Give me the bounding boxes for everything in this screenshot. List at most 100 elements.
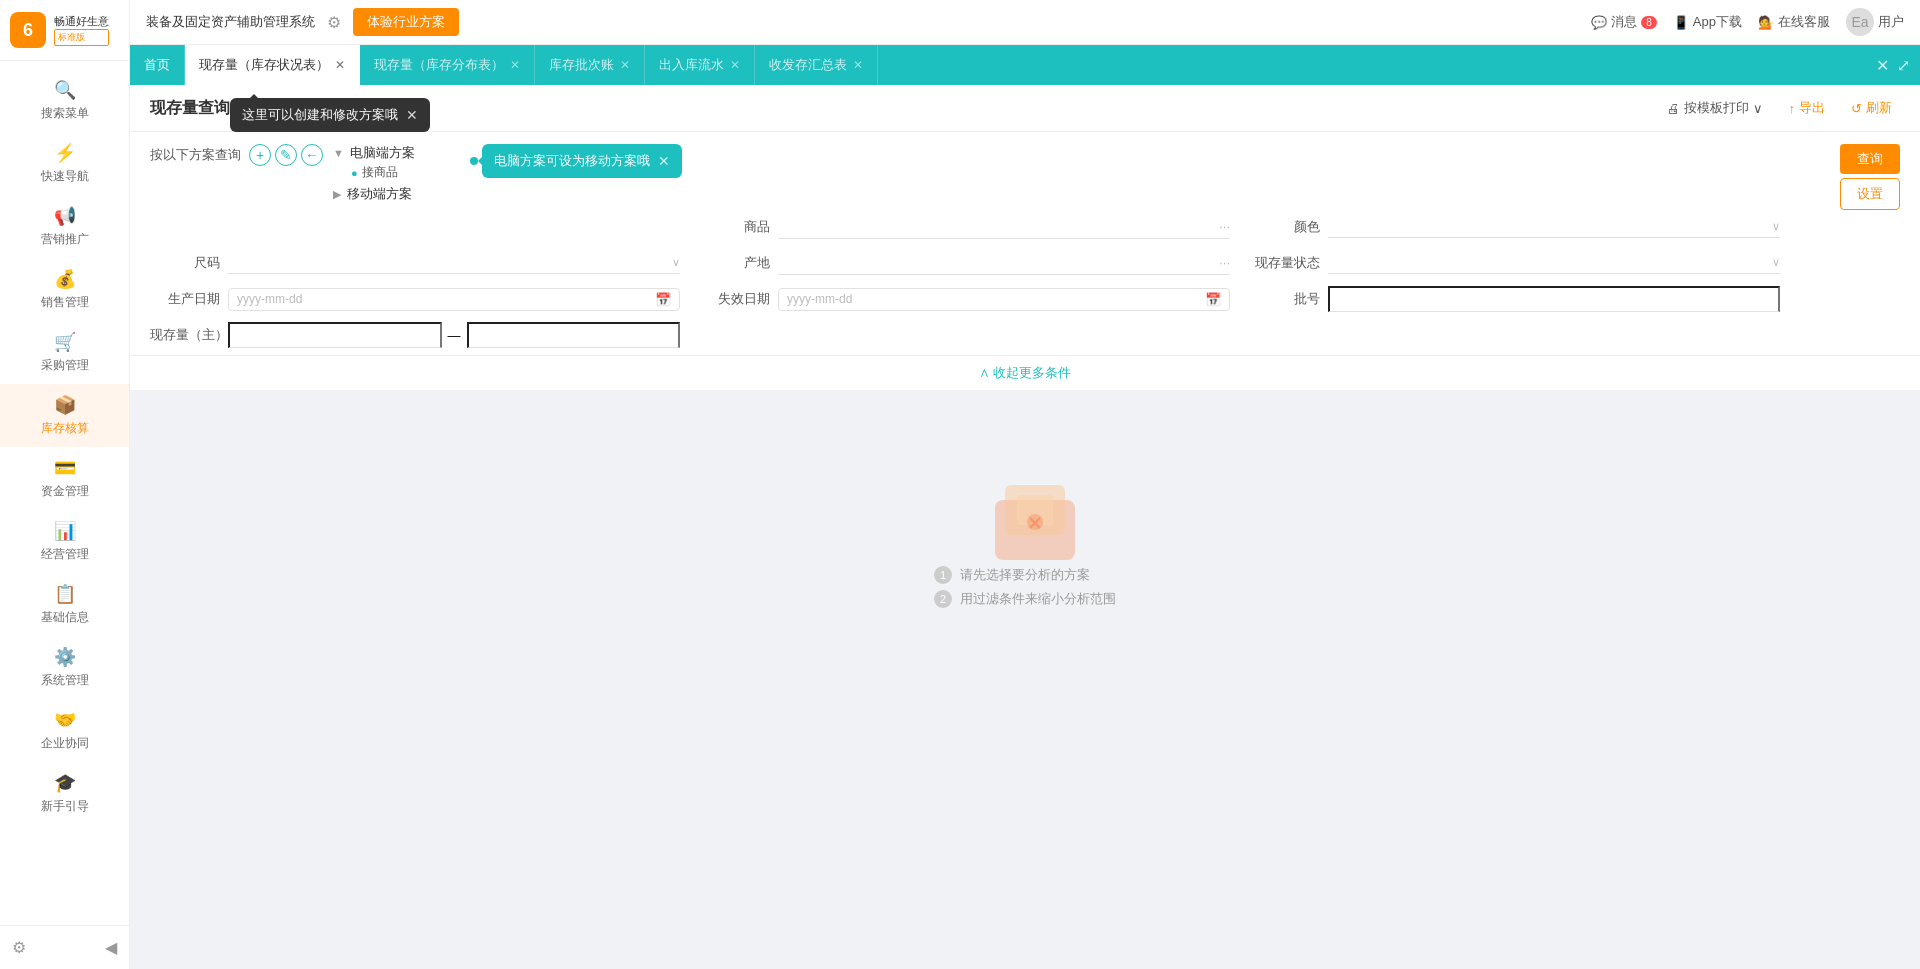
expiry-date-placeholder: yyyy-mm-dd bbox=[787, 292, 852, 306]
mobile-scheme-label[interactable]: 移动端方案 bbox=[347, 185, 412, 203]
tabbar-right-actions: ✕ ⤢ bbox=[1876, 56, 1920, 75]
tooltip1-text: 电脑方案可设为移动方案哦 bbox=[494, 152, 650, 170]
tab-close-icon[interactable]: ✕ bbox=[335, 58, 345, 72]
tab-home[interactable]: 首页 bbox=[130, 45, 185, 85]
tooltip1-close-btn[interactable]: ✕ bbox=[658, 153, 670, 169]
sidebar-nav: 🔍 搜索菜单 ⚡ 快速导航 📢 营销推广 💰 销售管理 🛒 采购管理 📦 库存核… bbox=[0, 61, 129, 925]
user-label: 用户 bbox=[1878, 13, 1904, 31]
page-actions: 🖨 按模板打印 ∨ ↑ 导出 ↺ 刷新 bbox=[1659, 95, 1901, 121]
sidebar-item-purchase[interactable]: 🛒 采购管理 bbox=[0, 321, 129, 384]
mobile-scheme-arrow[interactable]: ▶ bbox=[333, 188, 341, 201]
batch-input[interactable] bbox=[1328, 286, 1780, 312]
tab-inventory-distribution[interactable]: 现存量（库存分布表） ✕ bbox=[360, 45, 535, 85]
tab-summary[interactable]: 收发存汇总表 ✕ bbox=[755, 45, 878, 85]
search-btn[interactable]: 查询 bbox=[1840, 144, 1900, 174]
back-scheme-btn[interactable]: ← bbox=[301, 144, 323, 166]
collapse-label: 收起更多条件 bbox=[993, 365, 1071, 380]
sidebar-item-guide[interactable]: 🎓 新手引导 bbox=[0, 762, 129, 825]
avatar-initial: Ea bbox=[1851, 14, 1868, 30]
stock-status-arrow: ∨ bbox=[1772, 256, 1780, 269]
stock-main-from[interactable] bbox=[228, 322, 442, 348]
sidebar-item-enterprise[interactable]: 🤝 企业协同 bbox=[0, 699, 129, 762]
product-label: 商品 bbox=[700, 218, 770, 236]
sidebar-item-quick-nav[interactable]: ⚡ 快速导航 bbox=[0, 132, 129, 195]
header-right: 💬 消息 8 📱 App下载 💁 在线客服 Ea 用户 bbox=[1591, 8, 1904, 36]
production-date-input[interactable]: yyyy-mm-dd 📅 bbox=[228, 288, 680, 311]
expiry-date-label: 失效日期 bbox=[700, 290, 770, 308]
trial-btn[interactable]: 体验行业方案 bbox=[353, 8, 459, 36]
collapse-sidebar-icon[interactable]: ◀ bbox=[105, 938, 117, 957]
tab-label: 收发存汇总表 bbox=[769, 56, 847, 74]
size-select[interactable]: ∨ bbox=[228, 252, 680, 274]
online-service-item[interactable]: 💁 在线客服 bbox=[1758, 13, 1830, 31]
tab-batch-account[interactable]: 库存批次账 ✕ bbox=[535, 45, 645, 85]
color-select[interactable]: ∨ bbox=[1328, 216, 1780, 238]
money-icon: 💰 bbox=[54, 268, 76, 290]
desktop-sub-scheme[interactable]: 接商品 bbox=[362, 164, 398, 181]
tab-close-icon[interactable]: ✕ bbox=[853, 58, 863, 72]
color-label: 颜色 bbox=[1250, 218, 1320, 236]
print-btn[interactable]: 🖨 按模板打印 ∨ bbox=[1659, 95, 1771, 121]
clipboard-icon: 📋 bbox=[54, 583, 76, 605]
main-content: 现存量查询(按仓库+商品) 🖨 按模板打印 ∨ ↑ 导出 ↺ 刷新 bbox=[130, 85, 1920, 969]
production-date-field: 生产日期 yyyy-mm-dd 📅 bbox=[150, 283, 680, 315]
sidebar-item-sales[interactable]: 💰 销售管理 bbox=[0, 258, 129, 321]
expiry-date-input[interactable]: yyyy-mm-dd 📅 bbox=[778, 288, 1230, 311]
desktop-scheme-label[interactable]: 电脑端方案 bbox=[350, 144, 415, 162]
header-settings-icon[interactable]: ⚙ bbox=[327, 13, 341, 32]
tabbar: 首页 现存量（库存状况表） ✕ 现存量（库存分布表） ✕ 库存批次账 ✕ 出入库… bbox=[130, 45, 1920, 85]
tab-expand-icon[interactable]: ⤢ bbox=[1897, 56, 1910, 75]
stock-main-to[interactable] bbox=[467, 322, 681, 348]
tab-close-icon[interactable]: ✕ bbox=[730, 58, 740, 72]
sidebar-item-marketing[interactable]: 📢 营销推广 bbox=[0, 195, 129, 258]
logo-area: 6 畅通好生意 标准版 bbox=[0, 0, 129, 61]
add-scheme-btn[interactable]: + bbox=[249, 144, 271, 166]
stock-status-select[interactable]: ∨ bbox=[1328, 252, 1780, 274]
filter-inner: 按以下方案查询 + ✎ ← 这里可以创建和修改方案哦 ✕ bbox=[130, 132, 1920, 355]
export-label: 导出 bbox=[1799, 99, 1825, 117]
expiry-date-field: 失效日期 yyyy-mm-dd 📅 bbox=[700, 283, 1230, 315]
tab-close-all-icon[interactable]: ✕ bbox=[1876, 56, 1889, 75]
sidebar-item-finance[interactable]: 💳 资金管理 bbox=[0, 447, 129, 510]
sidebar-item-basic[interactable]: 📋 基础信息 bbox=[0, 573, 129, 636]
cart-icon: 🛒 bbox=[54, 331, 76, 353]
app-download-item[interactable]: 📱 App下载 bbox=[1673, 13, 1742, 31]
tab-in-out-flow[interactable]: 出入库流水 ✕ bbox=[645, 45, 755, 85]
tab-close-icon[interactable]: ✕ bbox=[510, 58, 520, 72]
refresh-btn[interactable]: ↺ 刷新 bbox=[1843, 95, 1900, 121]
tab-home-label: 首页 bbox=[144, 56, 170, 74]
tooltip2-close-btn[interactable]: ✕ bbox=[406, 107, 418, 123]
sidebar-item-search[interactable]: 🔍 搜索菜单 bbox=[0, 69, 129, 132]
sub-scheme-dot: ● bbox=[351, 167, 358, 179]
edit-scheme-btn[interactable]: ✎ bbox=[275, 144, 297, 166]
expiry-date-cal-icon: 📅 bbox=[1205, 292, 1221, 307]
grad-icon: 🎓 bbox=[54, 772, 76, 794]
app-badge: 标准版 bbox=[54, 29, 109, 46]
origin-select[interactable]: ··· bbox=[778, 251, 1230, 275]
print-icon: 🖨 bbox=[1667, 101, 1680, 116]
settings-bottom-icon[interactable]: ⚙ bbox=[12, 938, 26, 957]
filter-section: 按以下方案查询 + ✎ ← 这里可以创建和修改方案哦 ✕ bbox=[130, 132, 1920, 390]
sidebar-item-inventory[interactable]: 📦 库存核算 bbox=[0, 384, 129, 447]
tab-inventory-status[interactable]: 现存量（库存状况表） ✕ bbox=[185, 45, 360, 85]
export-btn[interactable]: ↑ 导出 bbox=[1781, 95, 1834, 121]
product-select[interactable]: ··· bbox=[778, 215, 1230, 239]
header-left: 装备及固定资产辅助管理系统 ⚙ 体验行业方案 bbox=[146, 8, 459, 36]
reset-btn[interactable]: 设置 bbox=[1840, 178, 1900, 210]
sidebar-item-operation[interactable]: 📊 经营管理 bbox=[0, 510, 129, 573]
service-icon: 💁 bbox=[1758, 15, 1774, 30]
phone-icon: 📱 bbox=[1673, 15, 1689, 30]
sidebar-item-system[interactable]: ⚙️ 系统管理 bbox=[0, 636, 129, 699]
desktop-scheme-arrow[interactable]: ▼ bbox=[333, 147, 344, 159]
stock-range-sep: — bbox=[448, 328, 461, 343]
megaphone-icon: 📢 bbox=[54, 205, 76, 227]
user-item[interactable]: Ea 用户 bbox=[1846, 8, 1904, 36]
tab-label: 现存量（库存分布表） bbox=[374, 56, 504, 74]
notice-item[interactable]: 💬 消息 8 bbox=[1591, 13, 1657, 31]
origin-dots: ··· bbox=[1219, 255, 1230, 270]
tab-close-icon[interactable]: ✕ bbox=[620, 58, 630, 72]
stock-status-label: 现存量状态 bbox=[1250, 254, 1320, 272]
color-field: 颜色 ∨ bbox=[1250, 211, 1780, 243]
collapse-row[interactable]: ∧ 收起更多条件 bbox=[130, 355, 1920, 390]
product-field: 商品 ··· bbox=[700, 211, 1230, 243]
